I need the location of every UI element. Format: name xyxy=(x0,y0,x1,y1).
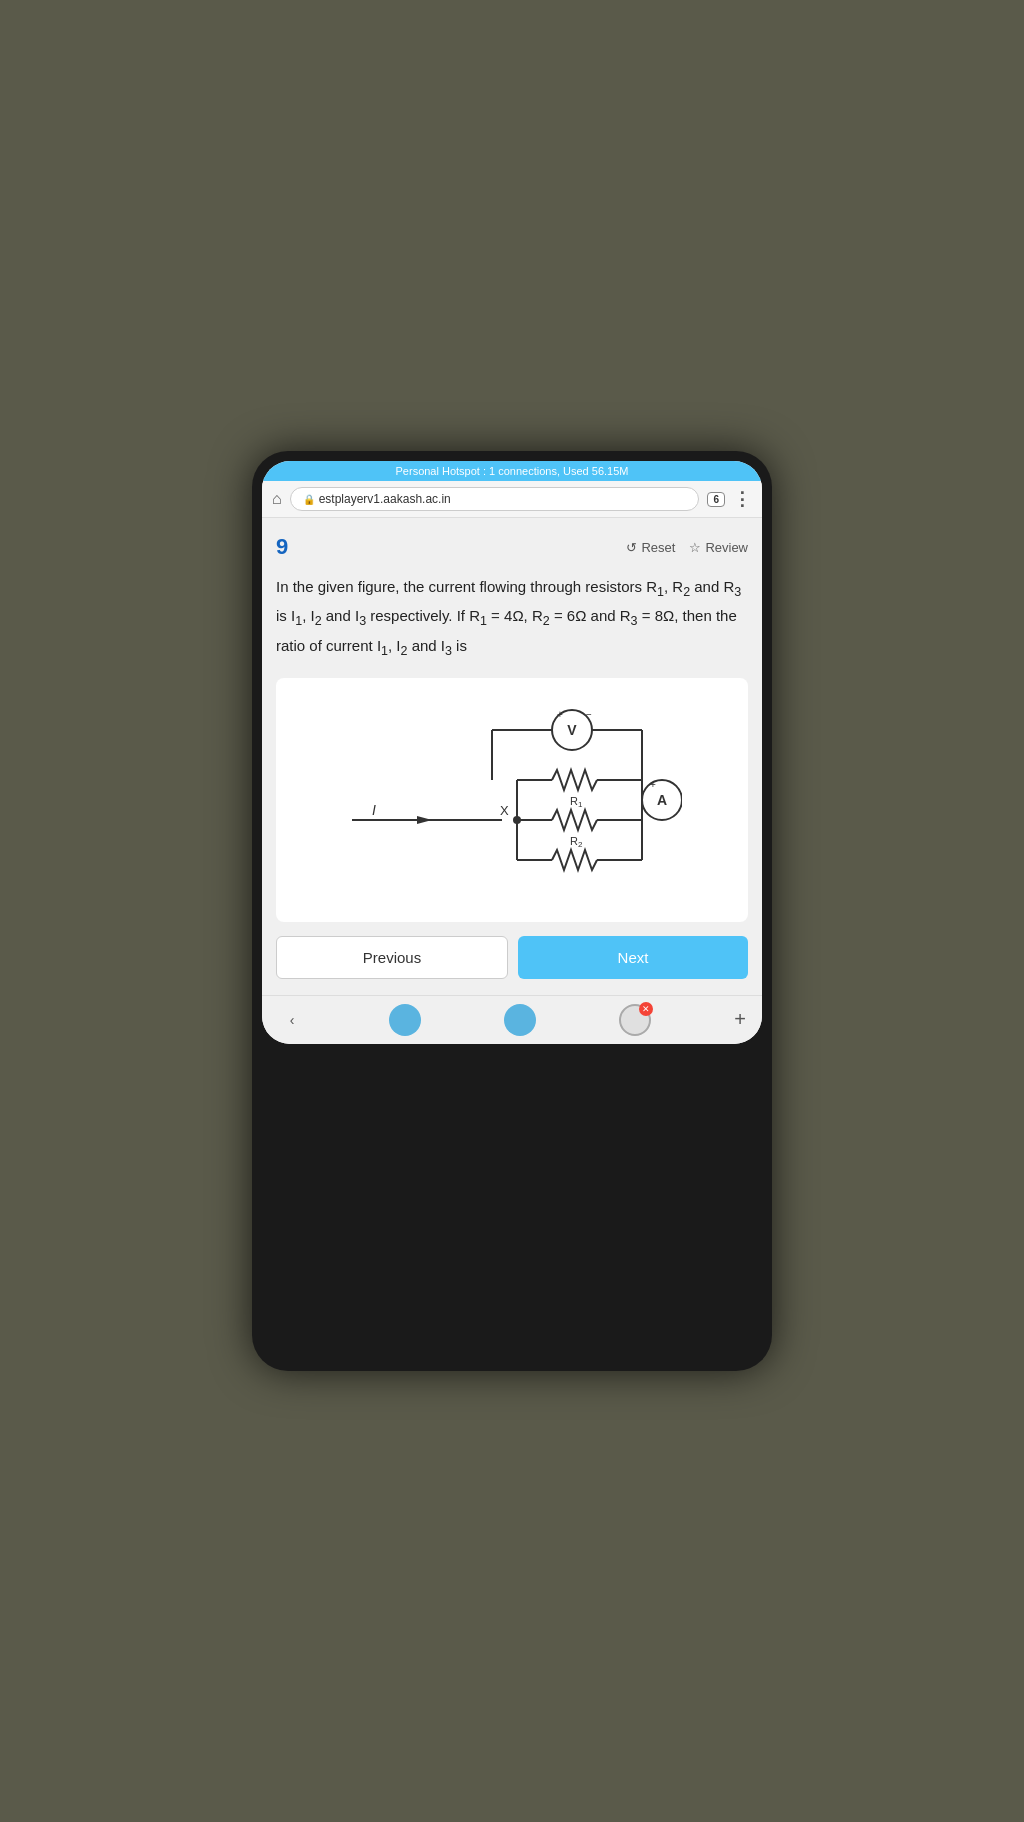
header-actions: ↺ Reset ☆ Review xyxy=(626,540,748,555)
home-icon[interactable]: ⌂ xyxy=(272,490,282,508)
svg-marker-12 xyxy=(417,816,432,824)
question-header: 9 ↺ Reset ☆ Review xyxy=(276,534,748,560)
x-badge: ✕ xyxy=(639,1002,653,1016)
content-area: 9 ↺ Reset ☆ Review In the given figure, … xyxy=(262,518,762,995)
reset-label: Reset xyxy=(641,540,675,555)
back-icon[interactable]: ‹ xyxy=(278,1006,306,1034)
review-button[interactable]: ☆ Review xyxy=(689,540,748,555)
question-text: In the given figure, the current flowing… xyxy=(276,574,748,662)
circle-nav-x[interactable]: ✕ xyxy=(619,1004,651,1036)
svg-text:−: − xyxy=(586,709,592,720)
more-icon[interactable]: ⋮ xyxy=(733,488,752,510)
nav-buttons: Previous Next xyxy=(276,936,748,979)
plus-icon[interactable]: + xyxy=(734,1008,746,1031)
previous-button[interactable]: Previous xyxy=(276,936,508,979)
bottom-nav: ‹ ✕ + xyxy=(262,995,762,1044)
reset-button[interactable]: ↺ Reset xyxy=(626,540,675,555)
svg-text:+: + xyxy=(557,709,563,720)
svg-text:R1: R1 xyxy=(570,795,583,809)
phone-frame: Personal Hotspot : 1 connections, Used 5… xyxy=(252,451,772,1371)
tab-count[interactable]: 6 xyxy=(707,492,725,507)
svg-text:A: A xyxy=(657,792,667,808)
svg-text:+: + xyxy=(650,779,656,790)
svg-text:I: I xyxy=(372,802,376,818)
browser-bar: ⌂ 🔒 estplayerv1.aakash.ac.in 6 ⋮ xyxy=(262,481,762,518)
star-icon: ☆ xyxy=(689,540,701,555)
svg-text:V: V xyxy=(567,722,577,738)
svg-text:X: X xyxy=(500,803,509,818)
lock-icon: 🔒 xyxy=(303,494,315,505)
url-bar[interactable]: 🔒 estplayerv1.aakash.ac.in xyxy=(290,487,700,511)
circle-nav-2[interactable] xyxy=(504,1004,536,1036)
svg-text:R2: R2 xyxy=(570,835,583,849)
status-text: Personal Hotspot : 1 connections, Used 5… xyxy=(396,465,629,477)
url-text: estplayerv1.aakash.ac.in xyxy=(319,492,451,506)
next-button[interactable]: Next xyxy=(518,936,748,979)
circuit-svg: V + − A + xyxy=(342,690,682,910)
phone-screen: Personal Hotspot : 1 connections, Used 5… xyxy=(262,461,762,1044)
question-number: 9 xyxy=(276,534,288,560)
review-label: Review xyxy=(705,540,748,555)
circuit-diagram: V + − A + xyxy=(276,678,748,922)
reset-icon: ↺ xyxy=(626,540,637,555)
circle-nav-1[interactable] xyxy=(389,1004,421,1036)
status-bar: Personal Hotspot : 1 connections, Used 5… xyxy=(262,461,762,481)
